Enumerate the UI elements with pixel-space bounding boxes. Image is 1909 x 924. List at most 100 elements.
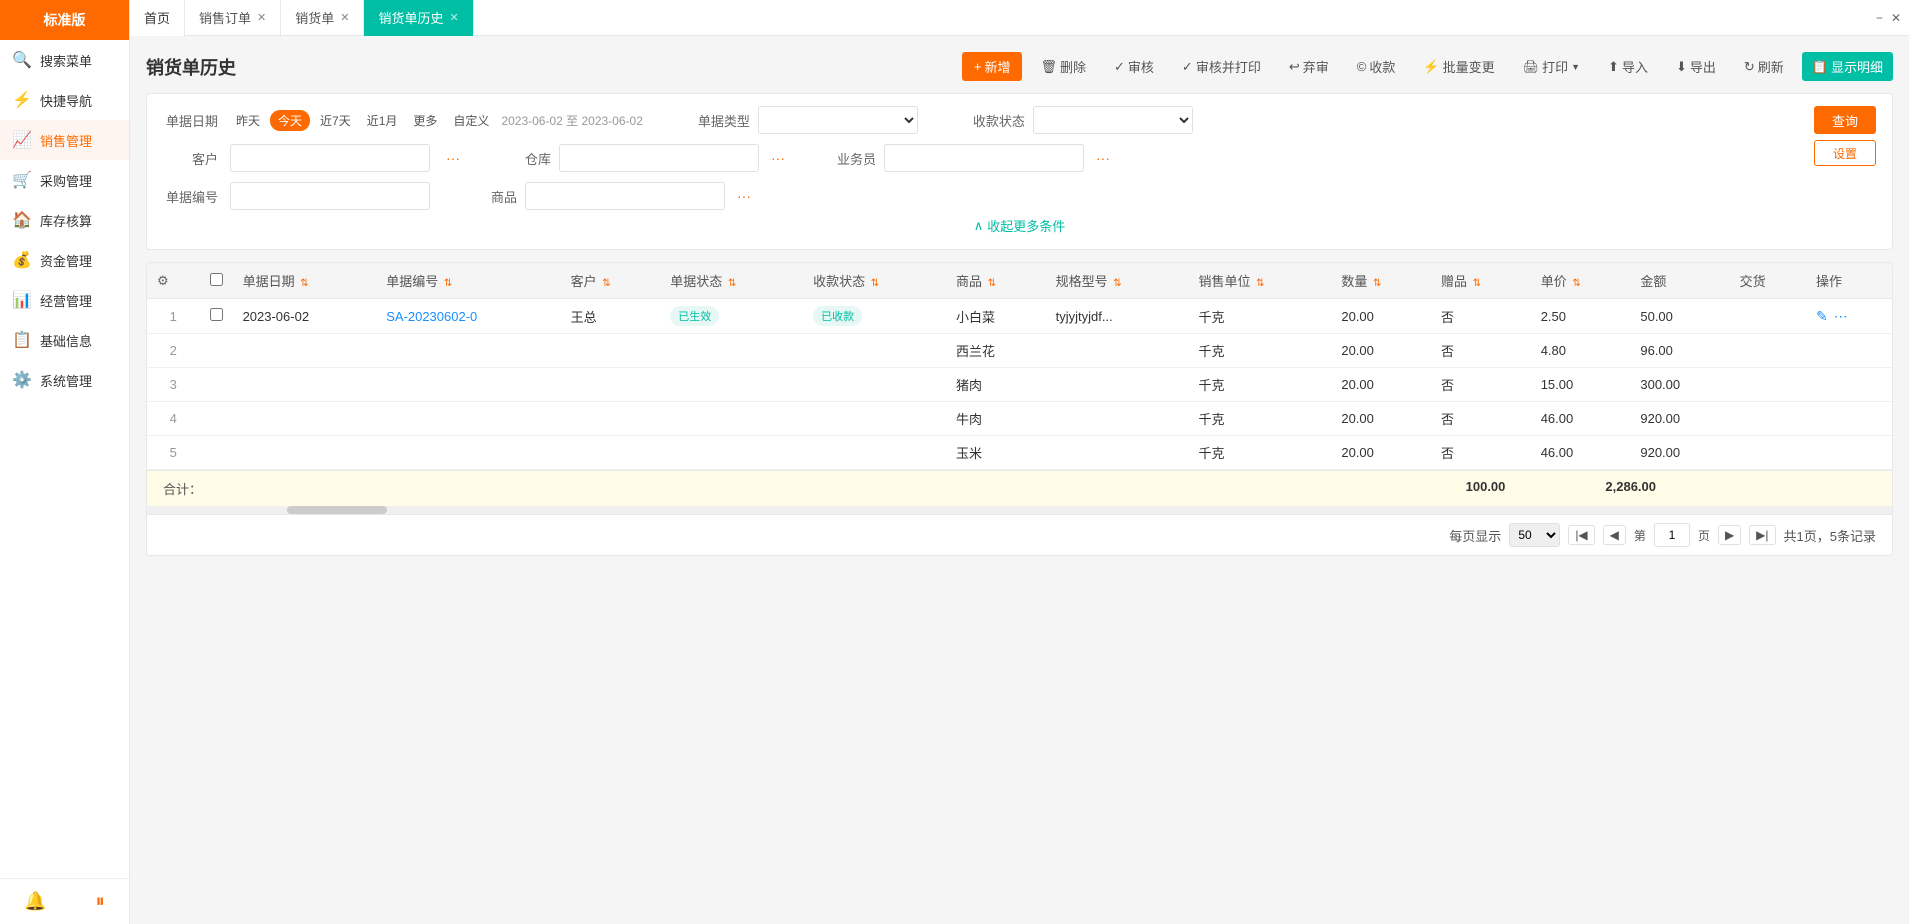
date-tag-yesterday[interactable]: 昨天: [230, 110, 266, 131]
doc-num-link[interactable]: SA-20230602-0: [386, 309, 477, 324]
main-area: 首页 销售订单 ✕ 销货单 ✕ 销货单历史 ✕ − ✕ 销货单历史 + 新增: [130, 0, 1909, 924]
th-doc-status[interactable]: 单据状态 ⇅: [660, 263, 803, 299]
th-goods[interactable]: 商品 ⇅: [946, 263, 1046, 299]
goods-input[interactable]: [525, 182, 725, 210]
th-doc-num[interactable]: 单据编号 ⇅: [376, 263, 560, 299]
delete-icon: 🗑: [1040, 59, 1057, 75]
sidebar-item-inventory[interactable]: 🏠 库存核算: [0, 200, 129, 240]
table-row: 4 牛肉 千克 20.00 否 46.00 920.00: [147, 402, 1892, 436]
table-settings-icon[interactable]: ⚙: [157, 273, 169, 288]
tab-sales-order-close[interactable]: ✕: [257, 11, 266, 24]
th-unit-price[interactable]: 单价 ⇅: [1531, 263, 1631, 299]
doc-num-input[interactable]: [230, 182, 430, 210]
more-icon[interactable]: ⋯: [1834, 308, 1848, 325]
notification-icon[interactable]: 🔔: [20, 887, 50, 916]
th-spec[interactable]: 规格型号 ⇅: [1046, 263, 1189, 299]
edit-icon[interactable]: ✎: [1816, 308, 1828, 325]
date-tag-1month[interactable]: 近1月: [361, 110, 404, 131]
sidebar-logo: 标准版: [0, 0, 129, 40]
first-page-btn[interactable]: |◀: [1568, 525, 1594, 545]
sidebar-item-sales-mgmt[interactable]: 📈 销售管理: [0, 120, 129, 160]
payment-status-select[interactable]: [1033, 106, 1193, 134]
row-payment-status: [803, 402, 946, 436]
delete-button[interactable]: 🗑 删除: [1030, 52, 1096, 81]
sidebar-item-purchase-mgmt[interactable]: 🛒 采购管理: [0, 160, 129, 200]
audit-button[interactable]: ✓ 审核: [1104, 52, 1164, 81]
doc-type-select[interactable]: [758, 106, 918, 134]
pause-icon[interactable]: ⏸: [92, 887, 109, 916]
row-checkbox[interactable]: [210, 308, 223, 321]
sidebar-item-sys-mgmt[interactable]: ⚙️ 系统管理: [0, 360, 129, 400]
scroll-thumb[interactable]: [287, 506, 387, 514]
tab-sales-order[interactable]: 销售订单 ✕: [185, 0, 281, 36]
warehouse-dots[interactable]: ···: [767, 150, 789, 166]
sidebar-item-quick-nav[interactable]: ⚡ 快捷导航: [0, 80, 129, 120]
collect-button[interactable]: © 收款: [1347, 52, 1406, 81]
warehouse-input[interactable]: [559, 144, 759, 172]
print-dropdown-icon: ▼: [1571, 62, 1580, 72]
salesperson-input[interactable]: [884, 144, 1084, 172]
sidebar-item-label: 系统管理: [40, 371, 92, 390]
collapse-btn[interactable]: ∧ 收起更多条件: [163, 210, 1876, 237]
import-button[interactable]: ⬆ 导入: [1598, 52, 1658, 81]
tab-home[interactable]: 首页: [130, 0, 185, 36]
select-all-checkbox[interactable]: [210, 273, 223, 286]
print-button[interactable]: 🖨 打印 ▼: [1513, 52, 1590, 81]
sidebar-item-finance-mgmt[interactable]: 💰 资金管理: [0, 240, 129, 280]
date-tag-custom[interactable]: 自定义: [447, 110, 495, 131]
tab-sales-delivery-close[interactable]: ✕: [340, 11, 349, 24]
tab-sales-history-close[interactable]: ✕: [450, 11, 459, 24]
sort-unit-price-icon: ⇅: [1572, 278, 1580, 289]
sidebar-item-label: 销售管理: [40, 131, 92, 150]
row-checkbox-cell[interactable]: [200, 368, 233, 402]
row-checkbox-cell[interactable]: [200, 402, 233, 436]
customer-input[interactable]: [230, 144, 430, 172]
show-detail-button[interactable]: 📋 显示明细: [1802, 52, 1893, 81]
row-checkbox-cell[interactable]: [200, 334, 233, 368]
finance-mgmt-icon: 💰: [12, 250, 32, 270]
tabs-close-icon[interactable]: ✕: [1891, 11, 1901, 25]
add-button[interactable]: + 新增: [962, 52, 1023, 81]
last-page-btn[interactable]: ▶|: [1749, 525, 1775, 545]
date-tag-today[interactable]: 今天: [270, 110, 310, 131]
salesperson-dots[interactable]: ···: [1092, 150, 1114, 166]
row-doc-num[interactable]: SA-20230602-0: [376, 299, 560, 334]
page-num-input[interactable]: [1654, 523, 1690, 547]
per-page-select[interactable]: 50 100 200: [1509, 523, 1560, 547]
tabs-more-icon[interactable]: −: [1876, 11, 1883, 25]
sidebar-item-basic-info[interactable]: 📋 基础信息: [0, 320, 129, 360]
sidebar: 标准版 🔍 搜索菜单 ⚡ 快捷导航 📈 销售管理 🛒 采购管理 🏠 库存核算 💰…: [0, 0, 130, 924]
row-spec: tyjyjtyjdf...: [1046, 299, 1189, 334]
th-checkbox[interactable]: [200, 263, 233, 299]
next-page-btn[interactable]: ▶: [1718, 525, 1741, 545]
customer-dots[interactable]: ···: [442, 150, 464, 166]
row-checkbox-cell[interactable]: [200, 436, 233, 470]
date-tag-more[interactable]: 更多: [407, 110, 443, 131]
th-payment-status[interactable]: 收款状态 ⇅: [803, 263, 946, 299]
sidebar-item-ops-mgmt[interactable]: 📊 经营管理: [0, 280, 129, 320]
batch-change-button[interactable]: ⚡ 批量变更: [1413, 52, 1504, 81]
th-customer[interactable]: 客户 ⇅: [561, 263, 661, 299]
table-body: 1 2023-06-02 SA-20230602-0 王总 已生效 已收款: [147, 299, 1892, 470]
row-transaction: [1730, 402, 1806, 436]
sidebar-item-search-menu[interactable]: 🔍 搜索菜单: [0, 40, 129, 80]
th-doc-date[interactable]: 单据日期 ⇅: [233, 263, 377, 299]
query-button[interactable]: 查询: [1814, 106, 1876, 134]
audit-print-button[interactable]: ✓ 审核并打印: [1172, 52, 1271, 81]
refresh-button[interactable]: ↻ 刷新: [1734, 52, 1794, 81]
prev-page-btn[interactable]: ◀: [1603, 525, 1626, 545]
th-sales-unit[interactable]: 销售单位 ⇅: [1189, 263, 1332, 299]
setting-button[interactable]: 设置: [1814, 140, 1876, 166]
export-button[interactable]: ⬇ 导出: [1666, 52, 1726, 81]
tab-sales-delivery[interactable]: 销货单 ✕: [281, 0, 364, 36]
row-checkbox-cell[interactable]: [200, 299, 233, 334]
data-table: ⚙ 单据日期 ⇅ 单据编号 ⇅ 客户 ⇅: [147, 263, 1892, 470]
th-quantity[interactable]: 数量 ⇅: [1331, 263, 1431, 299]
abandon-button[interactable]: ↩ 弃审: [1279, 52, 1339, 81]
th-settings[interactable]: ⚙: [147, 263, 200, 299]
th-gift[interactable]: 赠品 ⇅: [1431, 263, 1531, 299]
horizontal-scrollbar[interactable]: [147, 506, 1892, 514]
tab-sales-history[interactable]: 销货单历史 ✕: [364, 0, 473, 36]
goods-dots[interactable]: ···: [733, 188, 755, 204]
date-tag-7days[interactable]: 近7天: [314, 110, 357, 131]
